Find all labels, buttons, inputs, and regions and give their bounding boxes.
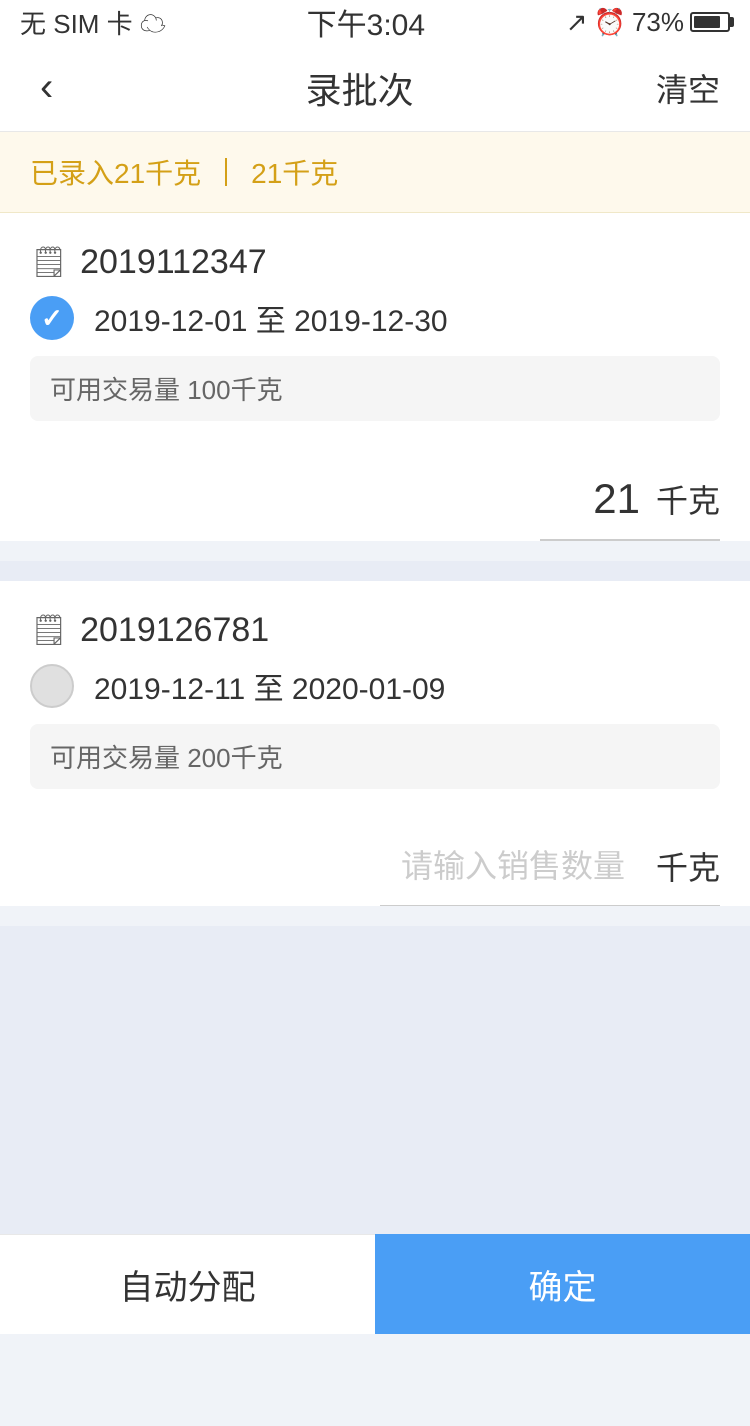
batch2-quantity-input[interactable] <box>340 848 640 885</box>
batch2-id: 2019126781 <box>80 611 269 650</box>
sim-status: 无 SIM 卡 ☁ <box>20 4 166 41</box>
bottom-bar: 自动分配 确定 <box>0 1234 750 1334</box>
batch1-availability: 可用交易量 100千克 <box>30 356 720 421</box>
location-icon: ↗ <box>566 7 588 38</box>
batch1-id: 2019112347 <box>80 243 267 282</box>
batch2-item: 🗒 2019126781 2019-12-11 至 2020-01-09 可用交… <box>0 581 750 819</box>
batch1-header: 🗒 2019112347 <box>30 243 720 282</box>
nav-bar: ‹ 录批次 清空 <box>0 44 750 132</box>
batch1-radio[interactable]: ✓ <box>30 296 74 340</box>
batch1-quantity-value: 21 <box>593 475 640 523</box>
section-separator <box>0 561 750 581</box>
content-wrapper: 已录入21千克 21千克 🗒 2019112347 ✓ 2019-12-01 至… <box>0 132 750 1426</box>
batch1-underline <box>540 539 720 541</box>
battery-icon <box>690 12 730 32</box>
auto-distribute-button[interactable]: 自动分配 <box>0 1234 375 1334</box>
alarm-icon: ⏰ <box>594 7 626 38</box>
batch1-item: 🗒 2019112347 ✓ 2019-12-01 至 2019-12-30 可… <box>0 213 750 451</box>
batch2-card: 🗒 2019126781 2019-12-11 至 2020-01-09 可用交… <box>0 581 750 906</box>
batch2-date: 2019-12-11 至 2020-01-09 <box>94 664 445 708</box>
batch2-underline <box>380 905 720 906</box>
batch2-unit: 千克 <box>656 843 720 889</box>
battery-percent: 73% <box>632 7 684 38</box>
status-bar: 无 SIM 卡 ☁ 下午3:04 ↗ ⏰ 73% <box>0 0 750 44</box>
batch2-icon: 🗒 <box>30 613 68 648</box>
back-button[interactable]: ‹ <box>30 55 63 120</box>
clear-button[interactable]: 清空 <box>656 65 720 111</box>
status-left: 无 SIM 卡 ☁ <box>20 4 166 41</box>
batch1-date: 2019-12-01 至 2019-12-30 <box>94 296 448 340</box>
batch1-date-row: ✓ 2019-12-01 至 2019-12-30 <box>30 296 720 340</box>
batch1-unit: 千克 <box>656 476 720 522</box>
info-banner: 已录入21千克 21千克 <box>0 132 750 213</box>
page-title: 录批次 <box>306 62 414 114</box>
batch2-radio[interactable] <box>30 664 74 708</box>
recorded-label: 已录入21千克 <box>30 152 201 192</box>
batch2-availability: 可用交易量 200千克 <box>30 724 720 789</box>
batch1-icon: 🗒 <box>30 245 68 280</box>
check-icon: ✓ <box>41 303 63 334</box>
status-right: ↗ ⏰ 73% <box>566 7 730 38</box>
batch2-input-row: 千克 <box>0 819 750 905</box>
recorded-value: 21千克 <box>251 152 338 192</box>
batch1-card: 🗒 2019112347 ✓ 2019-12-01 至 2019-12-30 可… <box>0 213 750 541</box>
status-time: 下午3:04 <box>307 0 425 44</box>
batch2-header: 🗒 2019126781 <box>30 611 720 650</box>
info-divider <box>225 158 227 186</box>
batch1-quantity-row: 21 千克 <box>0 451 750 539</box>
batch2-date-row: 2019-12-11 至 2020-01-09 <box>30 664 720 708</box>
confirm-button[interactable]: 确定 <box>375 1234 750 1334</box>
